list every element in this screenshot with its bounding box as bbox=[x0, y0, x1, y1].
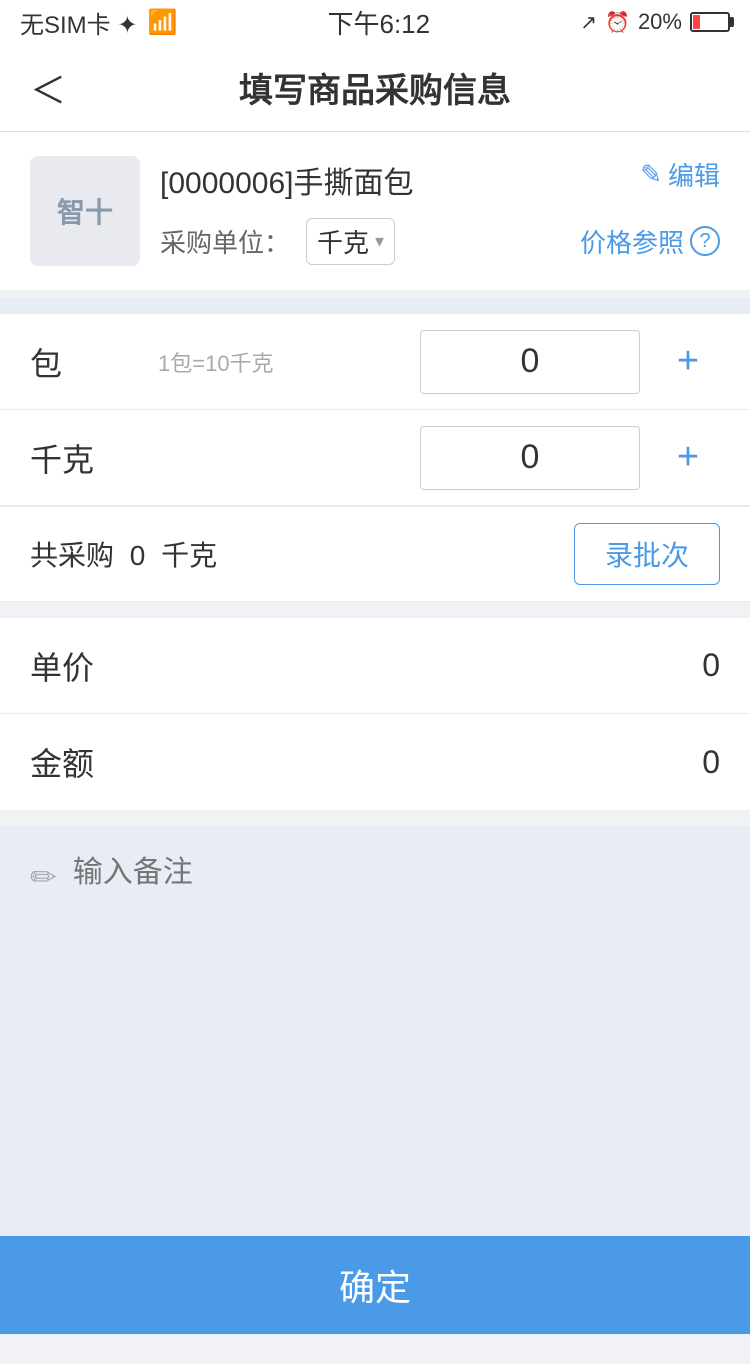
kg-plus-button[interactable]: + bbox=[656, 426, 720, 490]
status-left: 无SIM卡 ✦ 📶 bbox=[20, 5, 177, 40]
unit-value: 千克 bbox=[317, 223, 369, 260]
clock-icon: ⏰ bbox=[605, 10, 630, 35]
amount-value: 0 bbox=[702, 744, 720, 781]
bao-input-right: 0 + bbox=[420, 330, 720, 394]
page-title: 填写商品采购信息 bbox=[239, 63, 511, 112]
no-sim-label: 无SIM卡 ✦ bbox=[20, 5, 137, 40]
unit-price-value: 0 bbox=[702, 647, 720, 684]
input-section: 包 1包=10千克 0 + 千克 0 + bbox=[0, 314, 750, 506]
kg-label: 千克 bbox=[30, 435, 150, 481]
confirm-bar[interactable]: 确定 bbox=[0, 1236, 750, 1334]
remark-input[interactable] bbox=[73, 856, 720, 890]
unit-dropdown[interactable]: 千克 ▾ bbox=[306, 218, 395, 265]
section-divider-1 bbox=[0, 298, 750, 314]
input-row-bao: 包 1包=10千克 0 + bbox=[0, 314, 750, 410]
location-icon: ↗ bbox=[580, 10, 597, 35]
total-prefix: 共采购 bbox=[30, 540, 114, 571]
pencil-icon: ✏ bbox=[30, 858, 57, 896]
price-ref-question-icon: ? bbox=[690, 226, 720, 256]
status-right: ↗ ⏰ 20% bbox=[580, 9, 730, 35]
status-bar: 无SIM卡 ✦ 📶 下午6:12 ↗ ⏰ 20% bbox=[0, 0, 750, 44]
bao-plus-button[interactable]: + bbox=[656, 330, 720, 394]
kg-input-right: 0 + bbox=[420, 426, 720, 490]
unit-price-row: 单价 0 bbox=[0, 618, 750, 714]
amount-label: 金额 bbox=[30, 739, 94, 785]
confirm-label: 确定 bbox=[339, 1259, 411, 1311]
bao-input[interactable]: 0 bbox=[420, 330, 640, 394]
product-name: [0000006]手撕面包 bbox=[160, 158, 720, 202]
product-unit-row: 采购单位： 千克 ▾ 价格参照 ? bbox=[160, 218, 720, 265]
nav-bar: ＜ 填写商品采购信息 bbox=[0, 44, 750, 132]
price-ref-label: 价格参照 bbox=[580, 223, 684, 260]
product-info: [0000006]手撕面包 采购单位： 千克 ▾ 价格参照 ? bbox=[160, 158, 720, 265]
content-spacer bbox=[0, 966, 750, 1266]
total-unit: 千克 bbox=[161, 540, 217, 571]
bao-value: 0 bbox=[521, 342, 540, 381]
product-logo: 智十 bbox=[57, 191, 113, 231]
back-button[interactable]: ＜ bbox=[30, 62, 66, 114]
edit-icon: ✎ bbox=[640, 159, 662, 190]
price-section: 单价 0 金额 0 bbox=[0, 618, 750, 810]
total-label-group: 共采购 0 千克 bbox=[30, 534, 217, 574]
dropdown-arrow-icon: ▾ bbox=[375, 231, 384, 252]
amount-row: 金额 0 bbox=[0, 714, 750, 810]
input-row-kg: 千克 0 + bbox=[0, 410, 750, 506]
total-row: 共采购 0 千克 录批次 bbox=[0, 506, 750, 602]
battery-percent: 20% bbox=[638, 9, 682, 35]
kg-input[interactable]: 0 bbox=[420, 426, 640, 490]
kg-value: 0 bbox=[521, 438, 540, 477]
remark-section[interactable]: ✏ bbox=[0, 826, 750, 966]
unit-price-label: 单价 bbox=[30, 643, 94, 689]
product-image: 智十 bbox=[30, 156, 140, 266]
product-card: 智十 [0000006]手撕面包 采购单位： 千克 ▾ 价格参照 ? ✎ 编辑 bbox=[0, 132, 750, 298]
unit-label: 采购单位： bbox=[160, 223, 290, 260]
record-batch-button[interactable]: 录批次 bbox=[574, 523, 720, 585]
price-ref-button[interactable]: 价格参照 ? bbox=[580, 223, 720, 260]
bao-sublabel: 1包=10千克 bbox=[158, 346, 274, 378]
edit-button[interactable]: ✎ 编辑 bbox=[640, 156, 720, 193]
total-value: 0 bbox=[130, 540, 146, 571]
battery-icon bbox=[690, 12, 730, 32]
bao-label: 包 bbox=[30, 339, 150, 385]
wifi-icon: 📶 bbox=[147, 8, 177, 37]
status-time: 下午6:12 bbox=[328, 4, 431, 41]
edit-label: 编辑 bbox=[668, 156, 720, 193]
